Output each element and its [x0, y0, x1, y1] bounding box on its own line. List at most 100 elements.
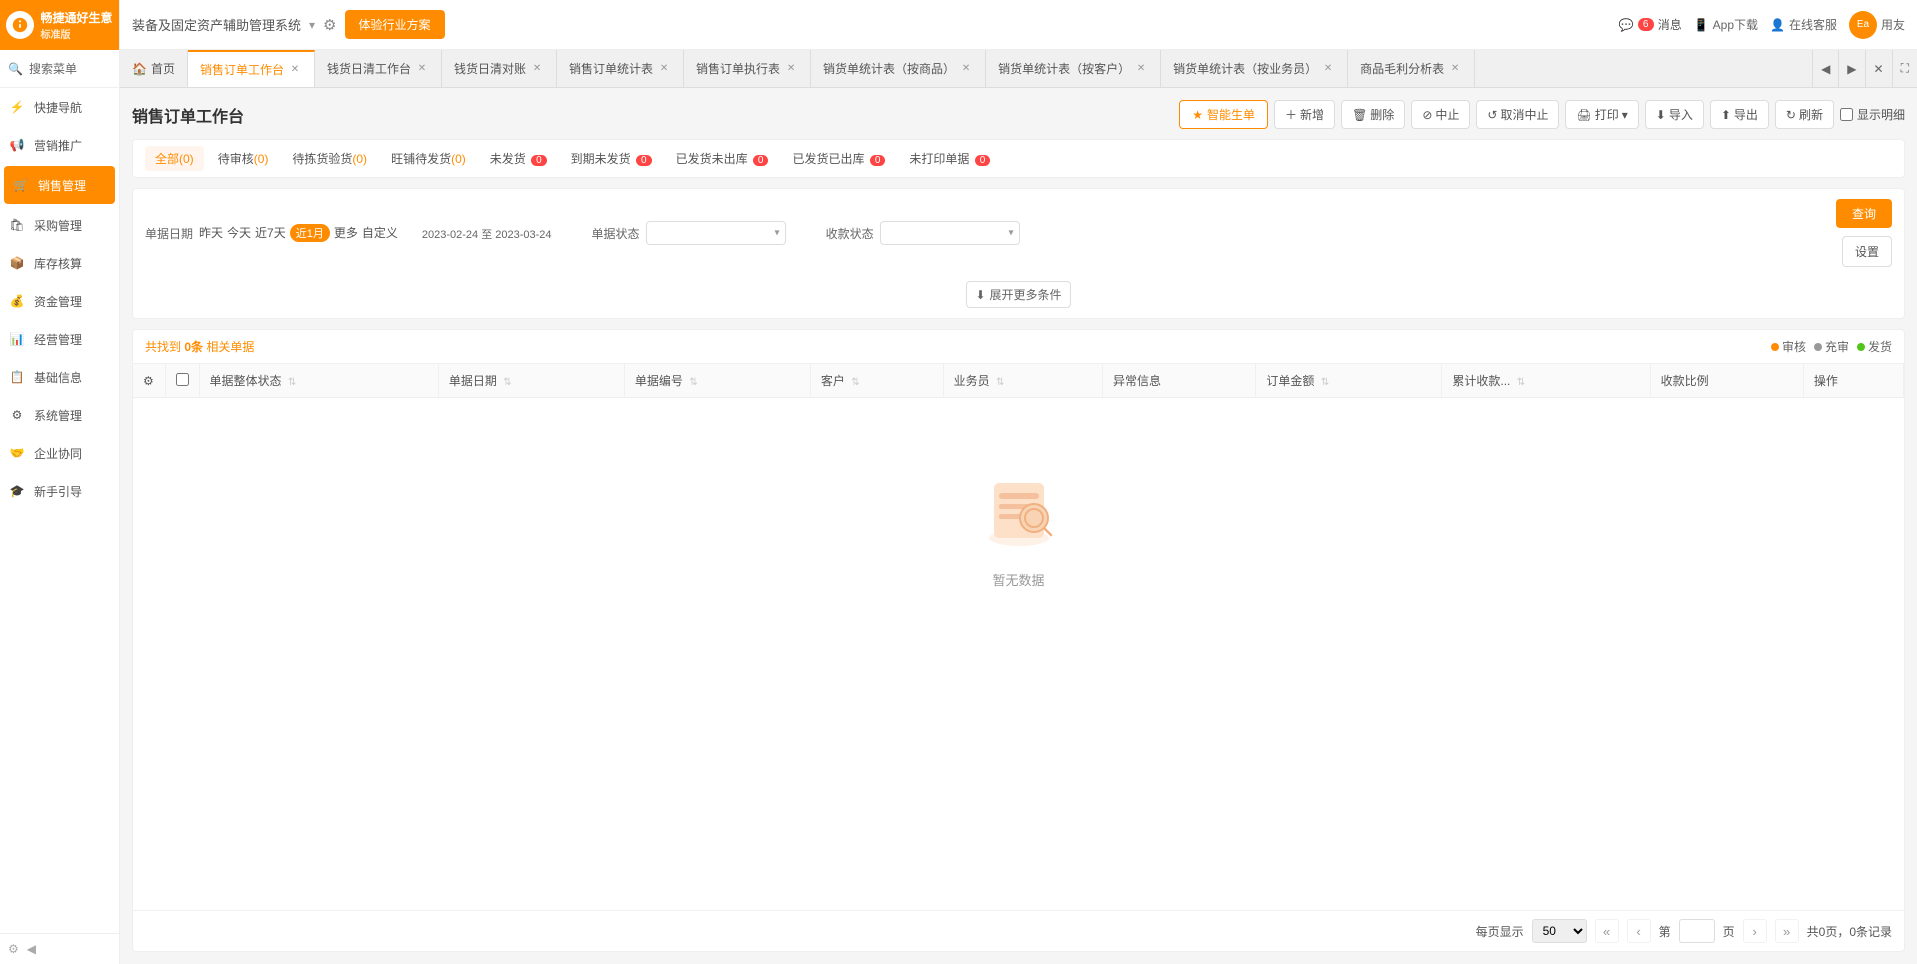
sidebar-item-inventory[interactable]: 📦 库存核算 — [0, 244, 119, 282]
date-7days[interactable]: 近7天 — [255, 224, 286, 242]
sub-tab-shipped-out[interactable]: 已发货已出库 0 — [782, 146, 895, 171]
tab-nav-maximize[interactable]: ⛶ — [1892, 50, 1917, 88]
page-first-btn[interactable]: « — [1595, 919, 1619, 943]
col-checkbox[interactable] — [165, 364, 199, 398]
col-salesman[interactable]: 业务员 ⇅ — [943, 364, 1102, 398]
ship-btn[interactable]: 发货 — [1857, 338, 1892, 355]
add-btn[interactable]: ＋ 新增 — [1274, 100, 1335, 129]
message-btn[interactable]: 💬 6 消息 — [1619, 16, 1682, 33]
tab-sales-exec[interactable]: 销售订单执行表 ✕ — [684, 50, 811, 88]
tab-cash-daily[interactable]: 钱货日清工作台 ✕ — [315, 50, 442, 88]
query-btn[interactable]: 查询 — [1836, 199, 1892, 228]
user-btn[interactable]: Ea 用友 — [1849, 11, 1905, 39]
select-all-checkbox[interactable] — [176, 373, 189, 386]
sort-icon-salesman: ⇅ — [996, 377, 1004, 388]
page-last-btn[interactable]: » — [1775, 919, 1799, 943]
industry-btn[interactable]: 体验行业方案 — [345, 10, 445, 39]
page-prev-btn[interactable]: ‹ — [1627, 919, 1651, 943]
sub-tab-not-shipped[interactable]: 未发货 0 — [480, 146, 557, 171]
smart-generate-btn[interactable]: ★ 智能生单 — [1179, 100, 1268, 129]
page-number-input[interactable]: 1 — [1679, 919, 1715, 943]
sidebar-item-sales[interactable]: 🛒 销售管理 — [4, 166, 115, 204]
tab-close-sales-product[interactable]: ✕ — [959, 62, 973, 76]
sidebar-item-basic[interactable]: 📋 基础信息 — [0, 358, 119, 396]
col-collected[interactable]: 累计收款... ⇅ — [1442, 364, 1650, 398]
date-more[interactable]: 更多 — [334, 224, 358, 242]
tab-sales-customer[interactable]: 销货单统计表（按客户） ✕ — [986, 50, 1161, 88]
tab-nav-next[interactable]: ▶ — [1838, 50, 1864, 88]
online-service-btn[interactable]: 👤 在线客服 — [1770, 16, 1837, 33]
sidebar-item-enterprise[interactable]: 🤝 企业协同 — [0, 434, 119, 472]
sub-tab-overdue[interactable]: 到期未发货 0 — [561, 146, 662, 171]
tab-close-cash-daily[interactable]: ✕ — [415, 62, 429, 76]
expand-filter-btn[interactable]: ⬇ 展开更多条件 — [966, 281, 1070, 308]
date-1month[interactable]: 近1月 — [290, 224, 330, 242]
stop-btn[interactable]: ⊘ 中止 — [1411, 100, 1470, 129]
sidebar-item-tutorial[interactable]: 🎓 新手引导 — [0, 472, 119, 510]
topbar-settings-icon[interactable]: ⚙ — [323, 16, 336, 34]
show-detail-label[interactable]: 显示明细 — [1840, 106, 1905, 123]
tab-close-cash-reconcile[interactable]: ✕ — [530, 62, 544, 76]
settings-gear-icon[interactable]: ⚙ — [8, 942, 19, 956]
bill-status-select[interactable] — [646, 221, 786, 245]
export-btn[interactable]: ⬆ 导出 — [1710, 100, 1769, 129]
tab-close-sales-staff[interactable]: ✕ — [1321, 62, 1335, 76]
print-btn[interactable]: 🖨 打印 ▾ — [1565, 100, 1638, 129]
delete-btn[interactable]: 🗑 删除 — [1341, 100, 1405, 129]
show-detail-checkbox[interactable] — [1840, 108, 1853, 121]
tab-sales-product[interactable]: 销货单统计表（按商品） ✕ — [811, 50, 986, 88]
col-abnormal: 异常信息 — [1103, 364, 1256, 398]
tab-nav-prev[interactable]: ◀ — [1812, 50, 1838, 88]
tab-close-sales-exec[interactable]: ✕ — [784, 62, 798, 76]
tab-sales-staff[interactable]: 销货单统计表（按业务员） ✕ — [1161, 50, 1348, 88]
tab-sales-stats[interactable]: 销售订单统计表 ✕ — [557, 50, 684, 88]
sub-tab-wangpu[interactable]: 旺铺待发货(0) — [381, 146, 476, 171]
records-count: 共找到 0条 相关单据 — [145, 338, 254, 355]
review-btn[interactable]: 审核 — [1771, 338, 1806, 355]
per-page-select[interactable]: 50 100 200 — [1532, 919, 1587, 943]
date-yesterday[interactable]: 昨天 — [199, 224, 223, 242]
sidebar-item-system[interactable]: ⚙ 系统管理 — [0, 396, 119, 434]
sidebar-search[interactable]: 🔍 搜索菜单 — [0, 50, 119, 88]
sidebar-item-purchase[interactable]: 🛍 采购管理 — [0, 206, 119, 244]
sub-tab-shipped-not-out[interactable]: 已发货未出库 0 — [666, 146, 779, 171]
sub-tab-all[interactable]: 全部(0) — [145, 146, 204, 171]
col-bill-date[interactable]: 单据日期 ⇅ — [438, 364, 624, 398]
tab-cash-reconcile[interactable]: 钱货日清对账 ✕ — [442, 50, 557, 88]
tab-close-sales-stats[interactable]: ✕ — [657, 62, 671, 76]
tab-nav-close[interactable]: ✕ — [1865, 50, 1892, 88]
topbar-dropdown-icon[interactable]: ▾ — [309, 18, 315, 32]
tab-close-margin[interactable]: ✕ — [1448, 62, 1462, 76]
date-today[interactable]: 今天 — [227, 224, 251, 242]
set-btn[interactable]: 设置 — [1842, 236, 1892, 267]
collapse-icon[interactable]: ◀ — [27, 942, 36, 956]
tab-close-sales-customer[interactable]: ✕ — [1134, 62, 1148, 76]
refresh-btn[interactable]: ↻ 刷新 — [1775, 100, 1834, 129]
col-bill-no[interactable]: 单据编号 ⇅ — [624, 364, 810, 398]
app-download-btn[interactable]: 📱 App下载 — [1694, 16, 1758, 33]
tab-sales-order[interactable]: 销售订单工作台 ✕ — [188, 50, 315, 88]
sidebar-item-finance[interactable]: 💰 资金管理 — [0, 282, 119, 320]
cancel-stop-btn[interactable]: ↺ 取消中止 — [1476, 100, 1559, 129]
col-settings[interactable]: ⚙ — [133, 364, 165, 398]
undo-dot — [1814, 343, 1822, 351]
col-order-amount[interactable]: 订单金额 ⇅ — [1256, 364, 1442, 398]
sidebar-item-quicknav[interactable]: ⚡ 快捷导航 — [0, 88, 119, 126]
date-custom[interactable]: 自定义 — [362, 224, 398, 242]
col-bill-status[interactable]: 单据整体状态 ⇅ — [199, 364, 438, 398]
sub-tab-pending-check[interactable]: 待拣货验货(0) — [282, 146, 377, 171]
sub-tab-pending-review[interactable]: 待审核(0) — [208, 146, 279, 171]
payment-status-select[interactable] — [880, 221, 1020, 245]
sidebar-item-marketing[interactable]: 📢 营销推广 — [0, 126, 119, 164]
tab-close-sales-order[interactable]: ✕ — [288, 63, 302, 77]
tab-margin[interactable]: 商品毛利分析表 ✕ — [1348, 50, 1475, 88]
sidebar-item-ops[interactable]: 📊 经营管理 — [0, 320, 119, 358]
import-btn[interactable]: ⬇ 导入 — [1645, 100, 1704, 129]
sub-tab-not-printed[interactable]: 未打印单据 0 — [899, 146, 1000, 171]
page-next-btn[interactable]: › — [1743, 919, 1767, 943]
export-icon: ⬆ — [1721, 108, 1731, 122]
tab-home[interactable]: 🏠 首页 — [120, 50, 188, 88]
undo-review-btn[interactable]: 充审 — [1814, 338, 1849, 355]
orders-table: ⚙ 单据整体状态 ⇅ 单据日期 ⇅ 单据编号 — [133, 364, 1904, 398]
col-customer[interactable]: 客户 ⇅ — [810, 364, 943, 398]
